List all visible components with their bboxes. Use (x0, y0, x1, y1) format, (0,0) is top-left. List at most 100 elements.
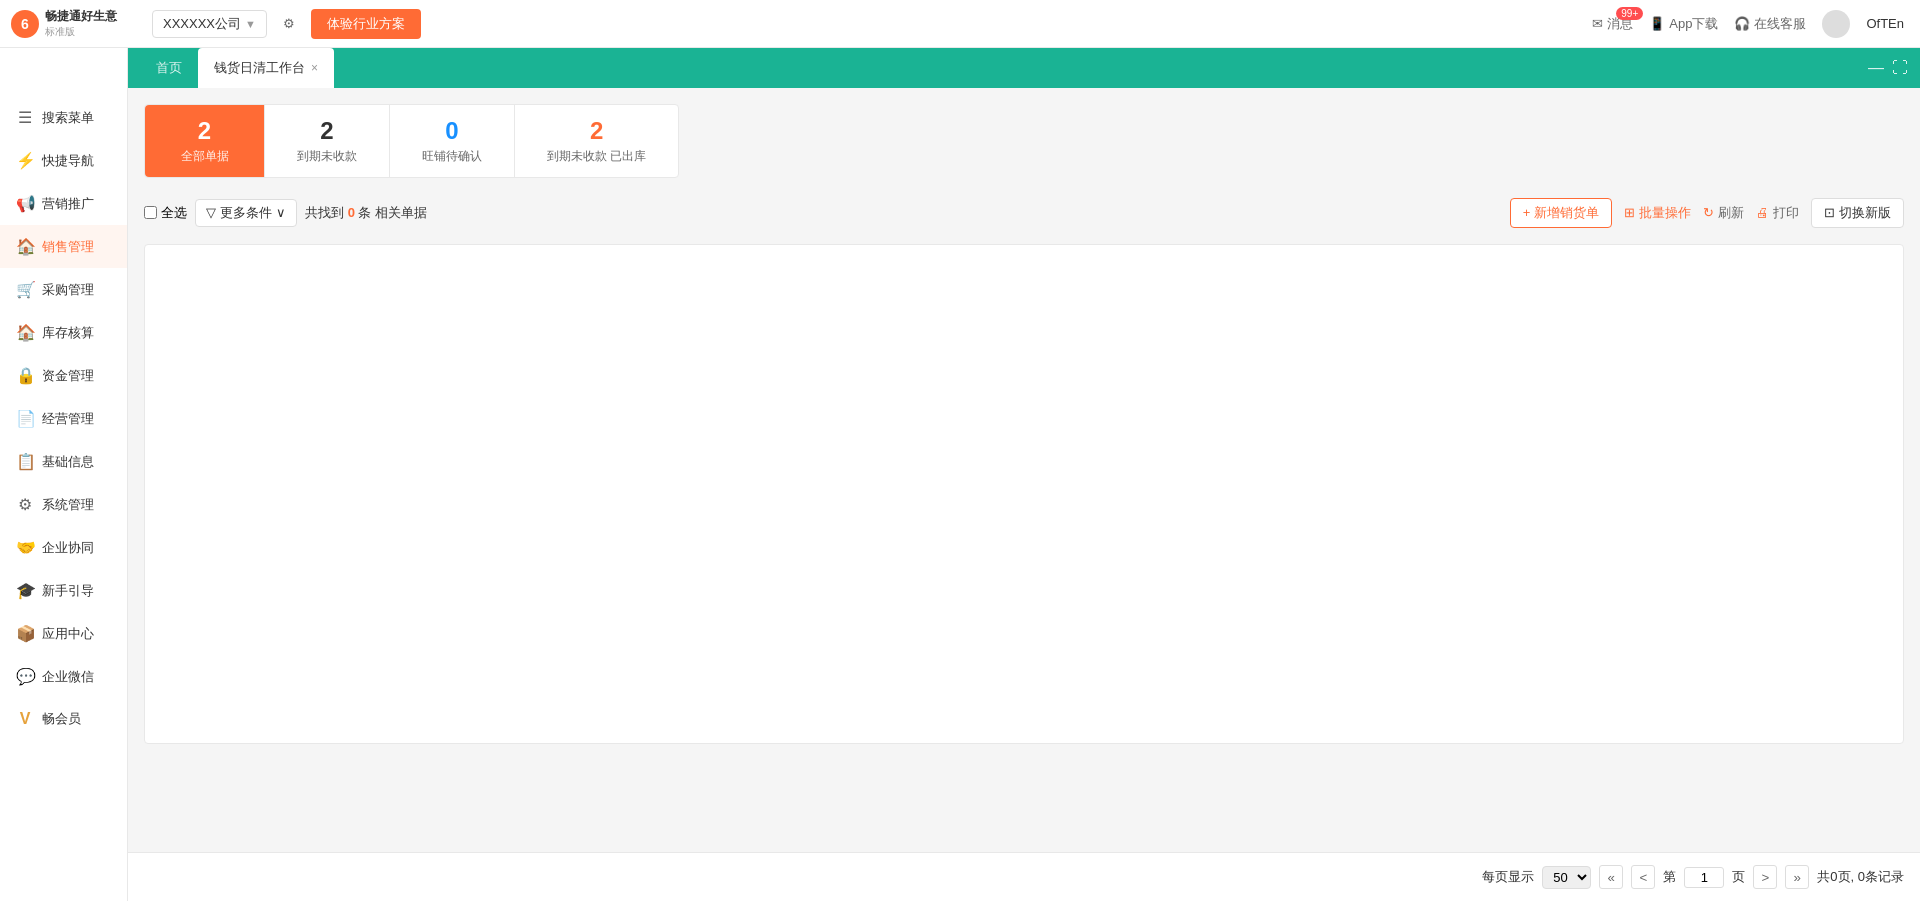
per-page-select[interactable]: 50 (1542, 866, 1591, 889)
trial-button[interactable]: 体验行业方案 (311, 9, 421, 39)
app-download-button[interactable]: 📱 App下载 (1649, 15, 1718, 33)
first-page-button[interactable]: « (1599, 865, 1623, 889)
sidebar: ☰ 搜索菜单 ⚡ 快捷导航 📢 营销推广 🏠 销售管理 🛒 采购管理 🏠 库存核… (0, 0, 128, 901)
stats-row: 2 全部单据 2 到期未收款 0 旺铺待确认 2 到期未收款 已出库 (144, 104, 679, 178)
found-count: 0 (348, 205, 355, 220)
maximize-button[interactable]: ⛶ (1892, 59, 1908, 77)
stat-card-all[interactable]: 2 全部单据 (145, 105, 265, 177)
sidebar-item-quick-nav[interactable]: ⚡ 快捷导航 (0, 139, 127, 182)
chevron-down-icon: ▼ (245, 18, 256, 30)
stat-card-overdue[interactable]: 2 到期未收款 (265, 105, 390, 177)
username: OfTEn (1866, 16, 1904, 31)
messages-button[interactable]: ✉ 消息 99+ (1592, 15, 1633, 33)
next-page-button[interactable]: > (1753, 865, 1777, 889)
tab-close-icon[interactable]: × (311, 61, 318, 75)
avatar[interactable] (1822, 10, 1850, 38)
batch-operations-button[interactable]: ⊞ 批量操作 (1624, 204, 1691, 222)
sidebar-label-search-menu: 搜索菜单 (42, 109, 94, 127)
page-prefix: 第 (1663, 868, 1676, 886)
stat-card-shipped[interactable]: 2 到期未收款 已出库 (515, 105, 678, 177)
tab-bar-right: — ⛶ (1868, 59, 1908, 77)
headset-icon: 🎧 (1734, 16, 1750, 31)
stat-num-wangpu: 0 (445, 117, 458, 146)
sidebar-item-app-center[interactable]: 📦 应用中心 (0, 612, 127, 655)
sidebar-label-inventory: 库存核算 (42, 324, 94, 342)
page-suffix: 页 (1732, 868, 1745, 886)
logo-icon: 6 (11, 10, 39, 38)
tab-bar: 首页 钱货日清工作台 × — ⛶ (128, 48, 1920, 88)
gear-icon: ⚙ (283, 16, 295, 31)
new-sales-order-button[interactable]: + 新增销货单 (1510, 198, 1612, 228)
stat-num-overdue: 2 (320, 117, 333, 146)
logo-subtitle: 标准版 (45, 25, 117, 39)
sidebar-item-sales[interactable]: 🏠 销售管理 (0, 225, 127, 268)
refresh-button[interactable]: ↻ 刷新 (1703, 204, 1744, 222)
operations-icon: 📄 (16, 409, 34, 428)
online-service-label: 在线客服 (1754, 15, 1806, 33)
sidebar-item-operations[interactable]: 📄 经营管理 (0, 397, 127, 440)
toolbar: 全选 ▽ 更多条件 ∨ 共找到 0 条 相关单据 + 新增销货单 ⊞ 批量操作 … (144, 190, 1904, 236)
sidebar-header-space (0, 48, 127, 96)
sidebar-item-basic-info[interactable]: 📋 基础信息 (0, 440, 127, 483)
tab-home-label: 首页 (156, 59, 182, 77)
logo-text-group: 畅捷通好生意 标准版 (45, 8, 117, 39)
switch-version-button[interactable]: ⊡ 切换新版 (1811, 198, 1904, 228)
tab-daily-work[interactable]: 钱货日清工作台 × (198, 48, 334, 88)
message-icon: ✉ (1592, 16, 1603, 31)
header-left: 6 畅捷通好生意 标准版 XXXXXX公司 ▼ ⚙ 体验行业方案 (16, 9, 421, 39)
vip-icon: V (16, 710, 34, 728)
found-suffix: 相关单据 (375, 205, 427, 220)
tab-home[interactable]: 首页 (140, 48, 198, 88)
more-filters-button[interactable]: ▽ 更多条件 ∨ (195, 199, 297, 227)
quick-nav-icon: ⚡ (16, 151, 34, 170)
stat-card-wangpu[interactable]: 0 旺铺待确认 (390, 105, 515, 177)
sidebar-item-system[interactable]: ⚙ 系统管理 (0, 483, 127, 526)
app-center-icon: 📦 (16, 624, 34, 643)
guide-icon: 🎓 (16, 581, 34, 600)
filter-icon: ▽ (206, 205, 216, 220)
last-page-button[interactable]: » (1785, 865, 1809, 889)
logo-title: 畅捷通好生意 (45, 8, 117, 25)
table-area (144, 244, 1904, 744)
total-records-info: 共0页, 0条记录 (1817, 868, 1904, 886)
sidebar-item-inventory[interactable]: 🏠 库存核算 (0, 311, 127, 354)
company-name: XXXXXX公司 (163, 15, 241, 33)
select-all-input[interactable] (144, 206, 157, 219)
prev-page-button[interactable]: < (1631, 865, 1655, 889)
minimize-button[interactable]: — (1868, 59, 1884, 77)
inventory-icon: 🏠 (16, 323, 34, 342)
sidebar-label-finance: 资金管理 (42, 367, 94, 385)
settings-icon-btn[interactable]: ⚙ (275, 10, 303, 38)
sidebar-item-enterprise[interactable]: 🤝 企业协同 (0, 526, 127, 569)
select-all-label: 全选 (161, 204, 187, 222)
sidebar-item-search-menu[interactable]: ☰ 搜索菜单 (0, 96, 127, 139)
batch-icon: ⊞ (1624, 205, 1635, 220)
sidebar-item-vip[interactable]: V 畅会员 (0, 698, 127, 740)
stat-num-shipped: 2 (590, 117, 603, 146)
select-all-checkbox[interactable]: 全选 (144, 204, 187, 222)
chevron-down-icon-filter: ∨ (276, 205, 286, 220)
sidebar-item-marketing[interactable]: 📢 营销推广 (0, 182, 127, 225)
toolbar-right: + 新增销货单 ⊞ 批量操作 ↻ 刷新 🖨 打印 ⊡ 切换新版 (1510, 198, 1904, 228)
sidebar-label-guide: 新手引导 (42, 582, 94, 600)
search-menu-icon: ☰ (16, 108, 34, 127)
batch-label: 批量操作 (1639, 204, 1691, 222)
company-selector[interactable]: XXXXXX公司 ▼ (152, 10, 267, 38)
online-service-button[interactable]: 🎧 在线客服 (1734, 15, 1806, 33)
basic-info-icon: 📋 (16, 452, 34, 471)
sales-icon: 🏠 (16, 237, 34, 256)
print-label: 打印 (1773, 204, 1799, 222)
main-content: 2 全部单据 2 到期未收款 0 旺铺待确认 2 到期未收款 已出库 全选 ▽ … (128, 88, 1920, 901)
sidebar-item-finance[interactable]: 🔒 资金管理 (0, 354, 127, 397)
page-number-input[interactable] (1684, 867, 1724, 888)
print-button[interactable]: 🖨 打印 (1756, 204, 1799, 222)
found-unit: 条 (358, 205, 371, 220)
sidebar-item-guide[interactable]: 🎓 新手引导 (0, 569, 127, 612)
enterprise-icon: 🤝 (16, 538, 34, 557)
sidebar-label-system: 系统管理 (42, 496, 94, 514)
stat-label-overdue: 到期未收款 (297, 148, 357, 165)
switch-icon: ⊡ (1824, 205, 1835, 220)
sidebar-item-purchase[interactable]: 🛒 采购管理 (0, 268, 127, 311)
found-text: 共找到 0 条 相关单据 (305, 204, 427, 222)
sidebar-item-wechat[interactable]: 💬 企业微信 (0, 655, 127, 698)
